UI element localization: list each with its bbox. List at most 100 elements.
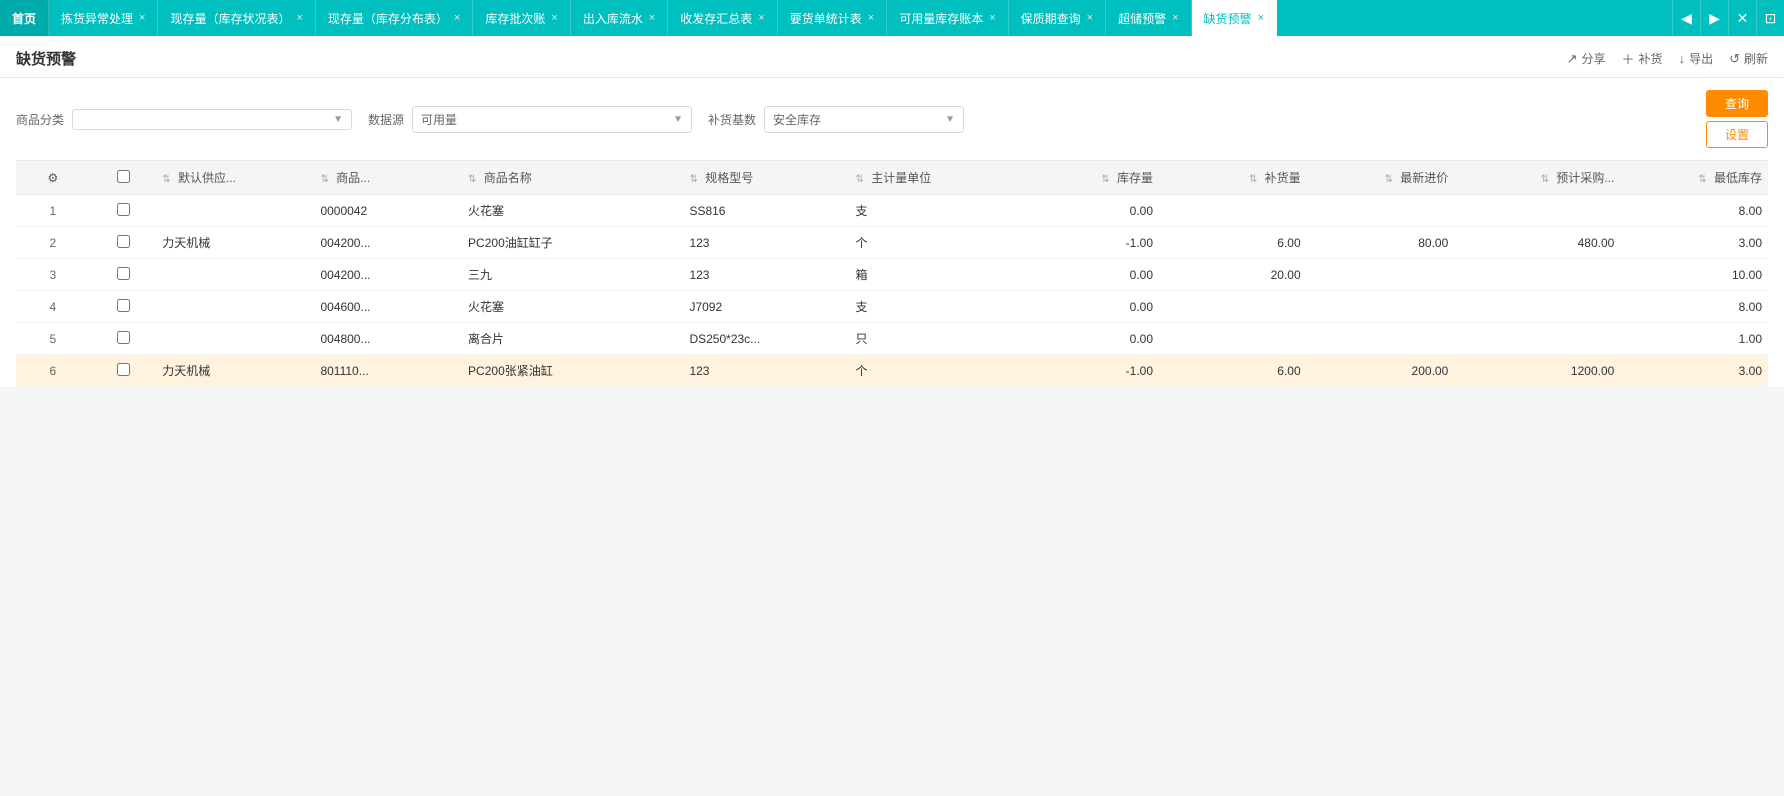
topnav-tab-9-close[interactable]: × [1087,12,1093,24]
topnav-home-label: 首页 [12,10,36,27]
row-purchase [1454,291,1620,323]
row-checkbox[interactable] [117,363,130,376]
row-name: 火花塞 [462,291,683,323]
replenish-value: 安全库存 [773,111,945,128]
settings-button[interactable]: 设置 [1706,121,1768,148]
table-header-row: ⚙ ⇅ 默认供应... ⇅ 商品... ⇅ 商品名称 ⇅ [16,161,1768,195]
action-share[interactable]: ↗ 分享 [1567,50,1606,67]
spec-sort-icon: ⇅ [689,174,697,185]
topnav-close-btn[interactable]: ✕ [1728,0,1756,36]
topnav-tab-5-close[interactable]: × [649,12,655,24]
topnav-tab-7[interactable]: 要货单统计表 × [778,0,887,36]
topnav: 首页 拣货异常处理 × 现存量（库存状况表） × 现存量（库存分布表） × 库存… [0,0,1784,36]
row-checkbox-cell[interactable] [90,259,156,291]
topnav-tab-11-close[interactable]: × [1258,12,1264,24]
topnav-tab-4[interactable]: 库存批次账 × [473,0,570,36]
topnav-tab-11[interactable]: 缺货预警 × [1192,0,1277,36]
header-actions: ↗ 分享 ＋ 补货 ↓ 导出 ↺ 刷新 [1567,49,1768,68]
query-button[interactable]: 查询 [1706,90,1768,117]
topnav-home[interactable]: 首页 [0,0,49,36]
filter-datasource-group: 数据源 可用量 ▼ [368,106,692,133]
col-gear[interactable]: ⚙ [16,161,90,195]
datasource-select[interactable]: 可用量 ▼ [412,106,692,133]
topnav-next-btn[interactable]: ▶ [1700,0,1728,36]
topnav-tab-6-close[interactable]: × [758,12,764,24]
topnav-tab-4-label: 库存批次账 [485,10,545,27]
topnav-tab-7-label: 要货单统计表 [790,10,862,27]
category-label: 商品分类 [16,111,64,128]
col-purchase-header[interactable]: ⇅ 预计采购... [1454,161,1620,195]
row-unit: 支 [850,195,1012,227]
row-replenish [1159,291,1307,323]
row-unit: 支 [850,291,1012,323]
row-checkbox[interactable] [117,203,130,216]
replenish-select[interactable]: 安全库存 ▼ [764,106,964,133]
action-replenish[interactable]: ＋ 补货 [1622,49,1663,68]
share-label: 分享 [1582,50,1606,67]
col-name-header[interactable]: ⇅ 商品名称 [462,161,683,195]
row-checkbox-cell[interactable] [90,291,156,323]
row-checkbox[interactable] [117,331,130,344]
action-export[interactable]: ↓ 导出 [1679,50,1714,67]
topnav-tab-3[interactable]: 现存量（库存分布表） × [316,0,473,36]
topnav-tab-10-label: 超储预警 [1118,10,1166,27]
row-stock: -1.00 [1011,355,1159,387]
topnav-tab-2[interactable]: 现存量（库存状况表） × [158,0,315,36]
table-body: 1 0000042 火花塞 SS816 支 0.00 8.00 2 力天机械 0… [16,195,1768,387]
col-supplier-header[interactable]: ⇅ 默认供应... [156,161,314,195]
filter-category-group: 商品分类 ▼ [16,109,352,130]
row-name: PC200油缸缸子 [462,227,683,259]
topnav-expand-btn[interactable]: ⊡ [1756,0,1784,36]
col-stock-header[interactable]: ⇅ 库存量 [1011,161,1159,195]
action-refresh[interactable]: ↺ 刷新 [1729,50,1768,67]
col-check-all[interactable] [90,161,156,195]
col-unit-header[interactable]: ⇅ 主计量单位 [850,161,1012,195]
table-row: 5 004800... 离合片 DS250*23c... 只 0.00 1.00 [16,323,1768,355]
share-icon: ↗ [1567,51,1578,67]
row-checkbox[interactable] [117,235,130,248]
row-checkbox[interactable] [117,267,130,280]
table-row: 6 力天机械 801110... PC200张紧油缸 123 个 -1.00 6… [16,355,1768,387]
topnav-tab-6[interactable]: 收发存汇总表 × [668,0,777,36]
row-checkbox-cell[interactable] [90,227,156,259]
topnav-tab-8-close[interactable]: × [989,12,995,24]
row-spec: 123 [683,227,849,259]
topnav-tab-7-close[interactable]: × [868,12,874,24]
topnav-tab-9[interactable]: 保质期查询 × [1009,0,1106,36]
topnav-tab-4-close[interactable]: × [551,12,557,24]
topnav-tab-10[interactable]: 超储预警 × [1106,0,1191,36]
col-code-header[interactable]: ⇅ 商品... [314,161,462,195]
topnav-tab-3-close[interactable]: × [454,12,460,24]
row-stock: 0.00 [1011,195,1159,227]
replenish-label: 补货 [1639,50,1663,67]
col-replenish-header[interactable]: ⇅ 补货量 [1159,161,1307,195]
topnav-tab-5[interactable]: 出入库流水 × [571,0,668,36]
row-minstock: 10.00 [1620,259,1768,291]
topnav-tab-10-close[interactable]: × [1172,12,1178,24]
row-stock: 0.00 [1011,323,1159,355]
row-spec: 123 [683,355,849,387]
row-checkbox-cell[interactable] [90,355,156,387]
topnav-tab-11-label: 缺货预警 [1204,10,1252,27]
topnav-prev-btn[interactable]: ◀ [1672,0,1700,36]
col-price-header[interactable]: ⇅ 最新进价 [1307,161,1455,195]
topnav-tab-1-label: 拣货异常处理 [61,10,133,27]
check-all-checkbox[interactable] [117,170,130,183]
col-minstock-header[interactable]: ⇅ 最低库存 [1620,161,1768,195]
col-spec-header[interactable]: ⇅ 规格型号 [683,161,849,195]
topnav-tab-8[interactable]: 可用量库存账本 × [887,0,1008,36]
row-code: 0000042 [314,195,462,227]
page-header: 缺货预警 ↗ 分享 ＋ 补货 ↓ 导出 ↺ 刷新 [0,36,1784,78]
row-spec: J7092 [683,291,849,323]
row-checkbox[interactable] [117,299,130,312]
row-name: 火花塞 [462,195,683,227]
row-checkbox-cell[interactable] [90,195,156,227]
table-row: 2 力天机械 004200... PC200油缸缸子 123 个 -1.00 6… [16,227,1768,259]
topnav-tab-1-close[interactable]: × [139,12,145,24]
topnav-tab-2-close[interactable]: × [296,12,302,24]
topnav-tab-1[interactable]: 拣货异常处理 × [49,0,158,36]
category-select[interactable]: ▼ [72,109,352,130]
main-content: 缺货预警 ↗ 分享 ＋ 补货 ↓ 导出 ↺ 刷新 商品分类 [0,36,1784,387]
row-checkbox-cell[interactable] [90,323,156,355]
topnav-tab-9-label: 保质期查询 [1021,10,1081,27]
